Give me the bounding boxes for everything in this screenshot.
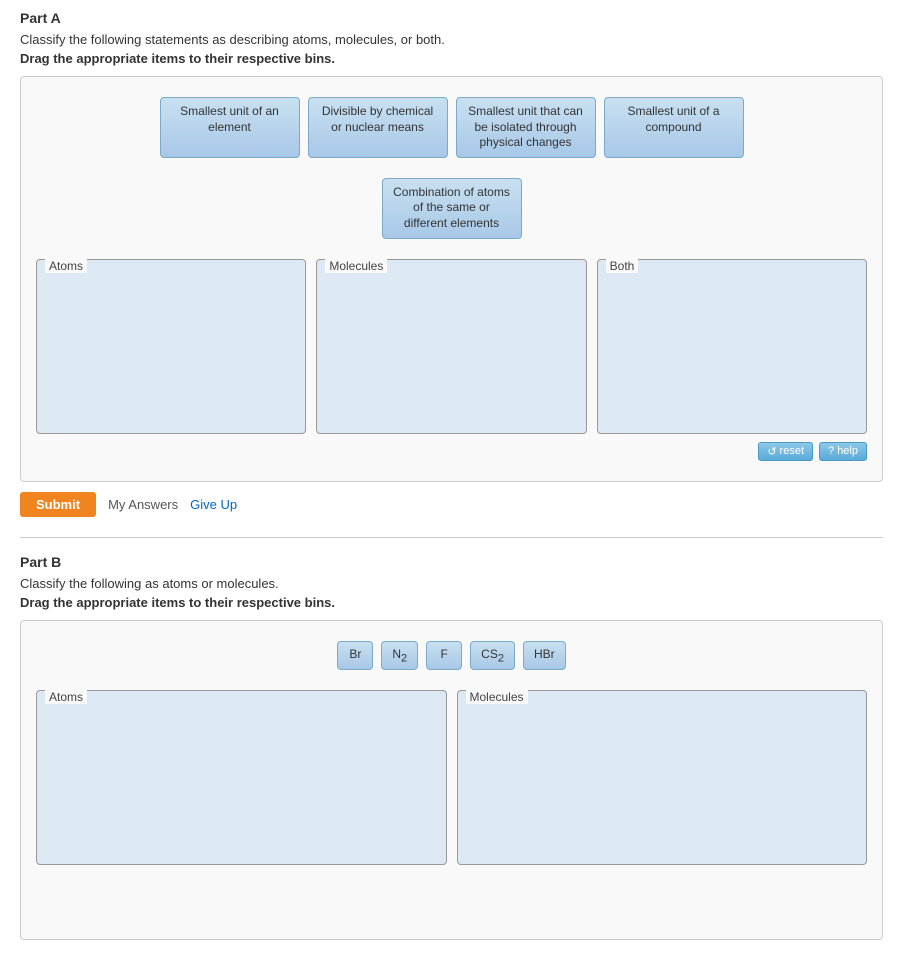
controls-row: ↺ reset ? help (36, 442, 867, 461)
action-row: Submit My Answers Give Up (20, 492, 883, 517)
bin-molecules-b[interactable]: Molecules (457, 690, 868, 865)
help-label: ? help (828, 445, 858, 457)
drag-item-cs2[interactable]: CS2 (470, 641, 515, 670)
n2-sub: 2 (401, 652, 407, 664)
drag-item-2[interactable]: Divisible by chemical or nuclear means (308, 97, 448, 158)
part-a-bins-row: Atoms Molecules Both (36, 259, 867, 434)
submit-button[interactable]: Submit (20, 492, 96, 517)
part-a-title: Part A (20, 10, 883, 26)
bin-atoms-label: Atoms (45, 259, 87, 273)
part-a-items-row: Smallest unit of an element Divisible by… (36, 97, 867, 158)
my-answers-text: My Answers (108, 497, 178, 512)
part-b-drag-area: Br N2 F CS2 HBr Atoms Molecules (20, 620, 883, 940)
part-b-description: Classify the following as atoms or molec… (20, 576, 883, 591)
drag-item-br[interactable]: Br (337, 641, 373, 670)
drag-item-3[interactable]: Smallest unit that can be isolated throu… (456, 97, 596, 158)
cs2-sub: 2 (498, 652, 504, 664)
n2-label: N2 (392, 647, 407, 661)
drag-item-f[interactable]: F (426, 641, 462, 670)
br-label: Br (349, 647, 361, 661)
reset-icon: ↺ (767, 445, 776, 458)
f-label: F (440, 647, 447, 661)
part-b-title: Part B (20, 554, 883, 570)
part-b-bins-row: Atoms Molecules (36, 690, 867, 865)
bin-both[interactable]: Both (597, 259, 867, 434)
bin-atoms-b[interactable]: Atoms (36, 690, 447, 865)
part-a-items-row-2: Combination of atoms of the same or diff… (36, 178, 867, 239)
give-up-link[interactable]: Give Up (190, 497, 237, 512)
reset-label: reset (780, 445, 804, 457)
cs2-label: CS2 (481, 647, 504, 661)
part-b-instruction: Drag the appropriate items to their resp… (20, 595, 883, 610)
part-a-description: Classify the following statements as des… (20, 32, 883, 47)
bin-atoms[interactable]: Atoms (36, 259, 306, 434)
part-b-items-row: Br N2 F CS2 HBr (36, 641, 867, 670)
part-b-section: Part B Classify the following as atoms o… (20, 554, 883, 940)
bin-molecules-label: Molecules (325, 259, 387, 273)
bin-molecules-b-label: Molecules (466, 690, 528, 704)
drag-item-5[interactable]: Combination of atoms of the same or diff… (382, 178, 522, 239)
hbr-label: HBr (534, 647, 555, 661)
part-a-section: Part A Classify the following statements… (20, 10, 883, 517)
help-button[interactable]: ? help (819, 442, 867, 461)
reset-button[interactable]: ↺ reset (758, 442, 813, 461)
drag-item-1[interactable]: Smallest unit of an element (160, 97, 300, 158)
part-a-instruction: Drag the appropriate items to their resp… (20, 51, 883, 66)
bin-atoms-b-label: Atoms (45, 690, 87, 704)
drag-item-n2[interactable]: N2 (381, 641, 418, 670)
bin-molecules[interactable]: Molecules (316, 259, 586, 434)
drag-item-hbr[interactable]: HBr (523, 641, 566, 670)
section-divider (20, 537, 883, 538)
part-a-drag-area: Smallest unit of an element Divisible by… (20, 76, 883, 482)
bin-both-label: Both (606, 259, 639, 273)
drag-item-4[interactable]: Smallest unit of a compound (604, 97, 744, 158)
